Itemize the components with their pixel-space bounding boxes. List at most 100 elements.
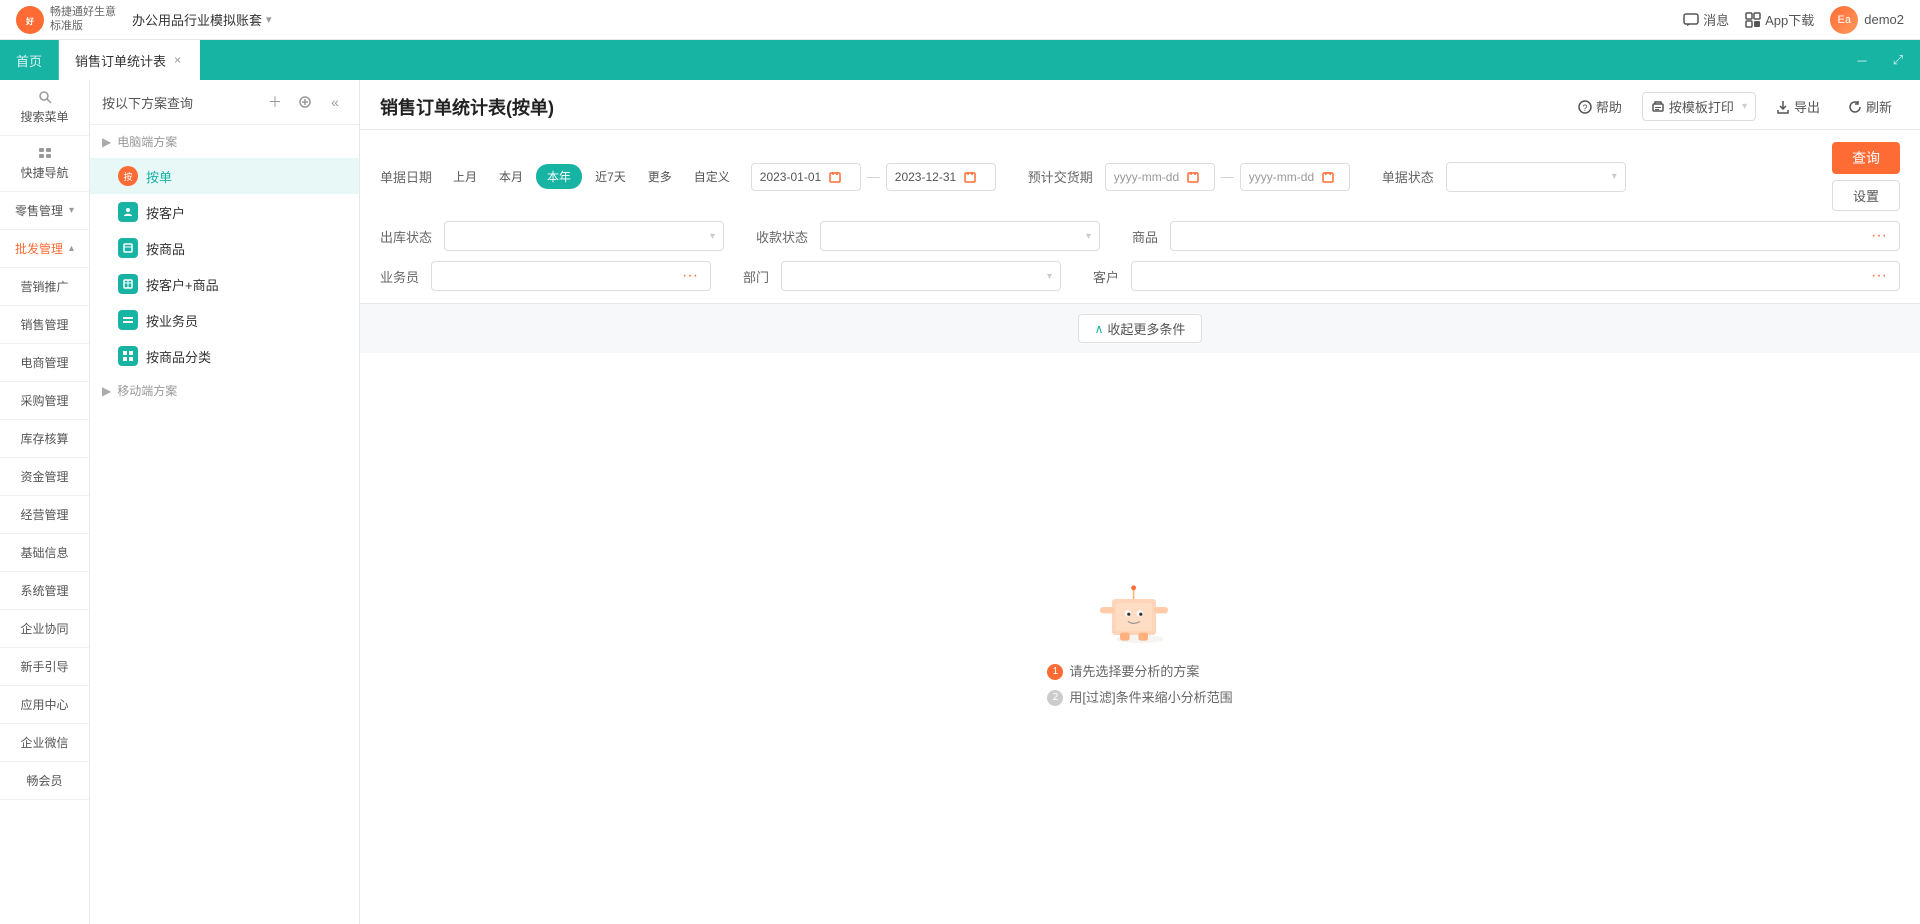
sidebar-item-member[interactable]: 畅会员 <box>0 762 89 800</box>
app-download-button[interactable]: App下载 <box>1745 10 1814 29</box>
salesperson-input[interactable]: ··· <box>431 261 711 291</box>
sidebar-item-retail[interactable]: 零售管理 ▾ <box>0 192 89 230</box>
date-range-separator: — <box>867 169 880 184</box>
refresh-button[interactable]: 刷新 <box>1840 93 1900 120</box>
edit-icon <box>298 95 312 109</box>
scheme-by-customer-icon <box>118 202 138 222</box>
payment-status-label: 收款状态 <box>756 227 808 246</box>
page-actions: ? 帮助 按模板打印 ▾ 导出 刷新 <box>1570 92 1900 121</box>
sidebar-item-marketing[interactable]: 营销推广 <box>0 268 89 306</box>
filter-row-2: 出库状态 ▾ 收款状态 ▾ 商品 ··· <box>380 221 1900 251</box>
sidebar-item-sales[interactable]: 销售管理 <box>0 306 89 344</box>
goods-input[interactable]: ··· <box>1170 221 1900 251</box>
sidebar-item-wechat[interactable]: 企业微信 <box>0 724 89 762</box>
empty-tip-2: 2 用[过滤]条件来缩小分析范围 <box>1047 685 1232 711</box>
salesperson-picker-icon[interactable]: ··· <box>678 267 702 285</box>
tab-home[interactable]: 首页 <box>0 40 59 80</box>
sidebar-item-purchase[interactable]: 采购管理 <box>0 382 89 420</box>
goods-picker-icon[interactable]: ··· <box>1867 227 1891 245</box>
help-button[interactable]: ? 帮助 <box>1570 93 1630 120</box>
sidebar-item-wholesale[interactable]: 批发管理 ▴ <box>0 230 89 268</box>
order-status-select[interactable]: ▾ <box>1446 162 1626 192</box>
sidebar-item-app-center[interactable]: 应用中心 <box>0 686 89 724</box>
print-button[interactable]: 按模板打印 ▾ <box>1642 92 1756 121</box>
top-header: 好 畅捷通好生意 标准版 办公用品行业模拟账套 ▾ 消息 App下载 Ea de… <box>0 0 1920 40</box>
scheme-item-by-customer[interactable]: 按客户 <box>90 194 359 230</box>
customer-picker-icon[interactable]: ··· <box>1867 267 1891 285</box>
sidebar: 搜索菜单 快捷导航 零售管理 ▾ 批发管理 ▴ 营销推广 销售管理 电商管理 采… <box>0 80 90 924</box>
app-download-icon <box>1745 12 1761 28</box>
collapse-scheme-panel-button[interactable]: « <box>323 90 347 114</box>
scheme-item-by-order[interactable]: 按 按单 <box>90 158 359 194</box>
sidebar-item-ecommerce[interactable]: 电商管理 <box>0 344 89 382</box>
export-icon <box>1776 100 1790 114</box>
scheme-by-salesperson-icon <box>118 310 138 330</box>
retail-arrow-icon: ▾ <box>69 205 74 216</box>
export-button[interactable]: 导出 <box>1768 93 1828 120</box>
delivery-status-label: 出库状态 <box>380 227 432 246</box>
tab-minimize-button[interactable]: － <box>1848 46 1876 74</box>
scheme-item-by-salesperson[interactable]: 按业务员 <box>90 302 359 338</box>
scheme-item-by-product[interactable]: 按商品 <box>90 230 359 266</box>
shortcut-this-month[interactable]: 本月 <box>490 164 532 189</box>
shortcut-last-month[interactable]: 上月 <box>444 164 486 189</box>
expected-end-input[interactable]: yyyy-mm-dd <box>1240 163 1350 191</box>
more-conditions-bar: ∧ 收起更多条件 <box>360 304 1920 353</box>
calendar-start-icon <box>829 171 841 183</box>
main-layout: 搜索菜单 快捷导航 零售管理 ▾ 批发管理 ▴ 营销推广 销售管理 电商管理 采… <box>0 80 1920 924</box>
query-button[interactable]: 查询 <box>1832 142 1900 174</box>
edit-scheme-button[interactable] <box>293 90 317 114</box>
date-start-input[interactable]: 2023-01-01 <box>751 163 861 191</box>
empty-tip-1: 1 请先选择要分析的方案 <box>1047 659 1232 685</box>
shortcut-7days[interactable]: 近7天 <box>586 164 635 189</box>
sidebar-item-finance[interactable]: 资金管理 <box>0 458 89 496</box>
empty-illustration <box>1090 567 1190 647</box>
shortcut-this-year[interactable]: 本年 <box>536 164 582 189</box>
sidebar-item-newbie[interactable]: 新手引导 <box>0 648 89 686</box>
date-end-input[interactable]: 2023-12-31 <box>886 163 996 191</box>
order-status-label: 单据状态 <box>1382 167 1434 186</box>
company-selector[interactable]: 办公用品行业模拟账套 ▾ <box>124 6 280 33</box>
search-icon <box>38 90 52 104</box>
settings-button[interactable]: 设置 <box>1832 180 1900 211</box>
page-title: 销售订单统计表(按单) <box>380 94 554 120</box>
scheme-panel-header: 按以下方案查询 ＋ « <box>90 80 359 125</box>
message-button[interactable]: 消息 <box>1683 10 1729 29</box>
salesperson-label: 业务员 <box>380 267 419 286</box>
shortcut-custom[interactable]: 自定义 <box>685 164 739 189</box>
desktop-schemes-label: ▶ 电脑端方案 <box>90 125 359 158</box>
sidebar-item-inventory[interactable]: 库存核算 <box>0 420 89 458</box>
tab-close-icon[interactable]: × <box>172 51 183 69</box>
scheme-item-by-product-category[interactable]: 按商品分类 <box>90 338 359 374</box>
payment-status-select[interactable]: ▾ <box>820 221 1100 251</box>
expected-delivery-label: 预计交货期 <box>1028 167 1093 186</box>
delivery-status-select[interactable]: ▾ <box>444 221 724 251</box>
expected-start-input[interactable]: yyyy-mm-dd <box>1105 163 1215 191</box>
header-right: 消息 App下载 Ea demo2 <box>1683 6 1904 34</box>
tab-sales-statistics[interactable]: 销售订单统计表 × <box>59 40 200 80</box>
tab-bar-actions: － ⤢ <box>1848 46 1920 74</box>
tab-maximize-button[interactable]: ⤢ <box>1884 46 1912 74</box>
logo-icon: 好 <box>16 6 44 34</box>
print-icon <box>1651 100 1665 114</box>
add-scheme-button[interactable]: ＋ <box>263 90 287 114</box>
filter-row-1: 单据日期 上月 本月 本年 近7天 更多 自定义 2023-01-01 <box>380 142 1900 211</box>
delivery-status-dropdown-arrow-icon: ▾ <box>710 231 715 242</box>
sidebar-item-enterprise[interactable]: 企业协同 <box>0 610 89 648</box>
scheme-panel-title: 按以下方案查询 <box>102 93 255 112</box>
sidebar-item-system[interactable]: 系统管理 <box>0 572 89 610</box>
sidebar-item-basic-info[interactable]: 基础信息 <box>0 534 89 572</box>
scheme-panel-actions: ＋ « <box>263 90 347 114</box>
filter-area: 单据日期 上月 本月 本年 近7天 更多 自定义 2023-01-01 <box>360 130 1920 304</box>
sidebar-item-operations[interactable]: 经营管理 <box>0 496 89 534</box>
customer-input[interactable]: ··· <box>1131 261 1900 291</box>
scheme-panel: 按以下方案查询 ＋ « ▶ 电脑端方案 按 按单 <box>90 80 360 924</box>
message-icon <box>1683 12 1699 28</box>
shortcut-more[interactable]: 更多 <box>639 164 681 189</box>
sidebar-quick-nav[interactable]: 快捷导航 <box>0 136 89 192</box>
scheme-item-by-customer-product[interactable]: 按客户+商品 <box>90 266 359 302</box>
collapse-conditions-button[interactable]: ∧ 收起更多条件 <box>1078 314 1203 343</box>
sidebar-search[interactable]: 搜索菜单 <box>0 80 89 136</box>
user-menu[interactable]: Ea demo2 <box>1830 6 1904 34</box>
department-select[interactable]: ▾ <box>781 261 1061 291</box>
